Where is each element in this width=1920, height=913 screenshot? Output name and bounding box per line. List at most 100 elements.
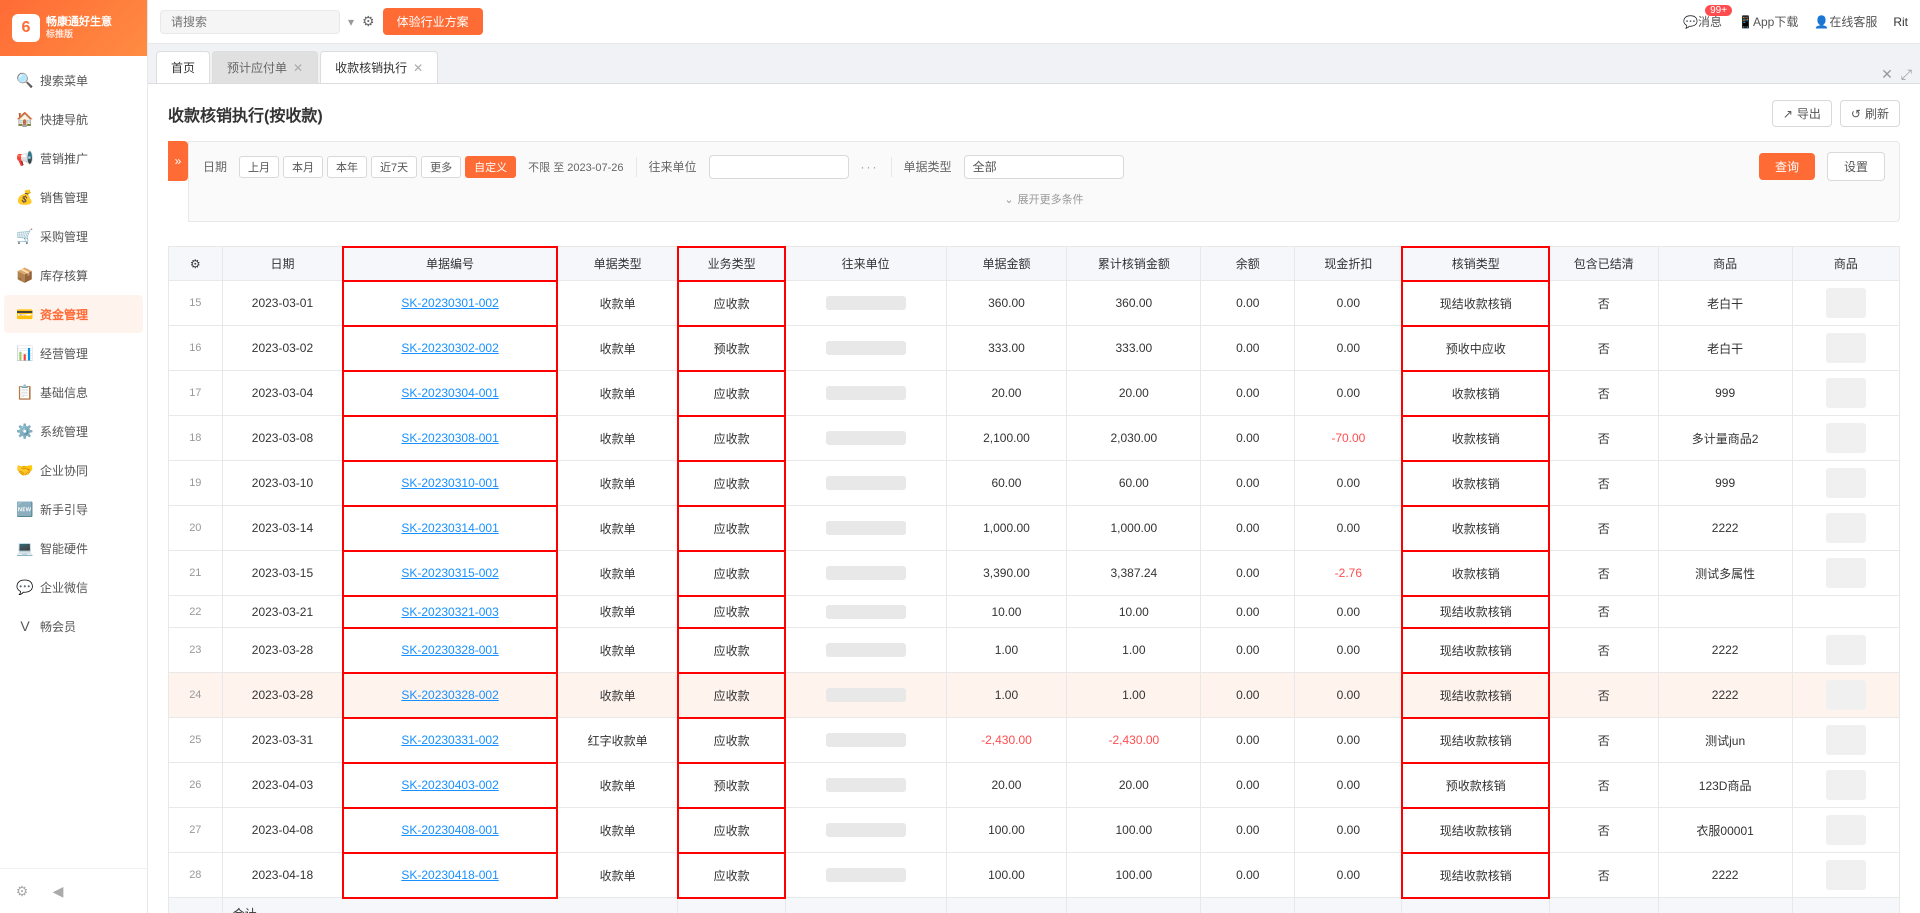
row-balance: 0.00 (1201, 506, 1295, 551)
filter-collapse-toggle[interactable]: » (168, 141, 188, 181)
filter-expand[interactable]: ⌄ 展开更多条件 (203, 187, 1885, 211)
th-product[interactable]: 商品 (1658, 247, 1792, 281)
th-balance[interactable]: 余额 (1201, 247, 1295, 281)
this-month-btn[interactable]: 本月 (283, 156, 323, 178)
row-date: 2023-04-18 (222, 853, 343, 898)
dropdown-arrow-icon[interactable]: ▾ (348, 15, 354, 29)
bill-no-link[interactable]: SK-20230321-003 (401, 605, 498, 619)
th-partner[interactable]: 往来单位 (785, 247, 946, 281)
export-btn[interactable]: ↗ 导出 (1772, 100, 1832, 127)
sidebar-item-shortcut[interactable]: 🏠快捷导航 (4, 100, 143, 138)
row-product: 测试多属性 (1658, 551, 1792, 596)
bill-no-link[interactable]: SK-20230328-001 (401, 643, 498, 657)
bill-no-link[interactable]: SK-20230331-002 (401, 733, 498, 747)
bill-no-link[interactable]: SK-20230310-001 (401, 476, 498, 490)
row-included: 否 (1549, 596, 1658, 628)
row-balance: 0.00 (1201, 596, 1295, 628)
filter-divider-2 (891, 157, 892, 177)
receipt-type-label: 单据类型 (904, 158, 952, 175)
bill-no-link[interactable]: SK-20230418-001 (401, 868, 498, 882)
search-input[interactable] (160, 10, 340, 34)
sidebar-item-search[interactable]: 🔍搜索菜单 (4, 61, 143, 99)
settings-btn[interactable]: 设置 (1827, 152, 1885, 181)
custom-date-btn[interactable]: 自定义 (465, 156, 516, 178)
masked-partner (826, 386, 906, 400)
tab-prepay[interactable]: 预计应付单 ✕ (212, 51, 318, 83)
bill-no-link[interactable]: SK-20230408-001 (401, 823, 498, 837)
th-type[interactable]: 核销类型 (1402, 247, 1549, 281)
tab-close-all-icon[interactable]: ✕ (1881, 66, 1893, 83)
row-amount: 1.00 (946, 673, 1067, 718)
row-product2 (1792, 853, 1899, 898)
last-month-btn[interactable]: 上月 (239, 156, 279, 178)
app-download[interactable]: 📱App下载 (1738, 13, 1798, 30)
th-write-off[interactable]: 累计核销金额 (1067, 247, 1201, 281)
row-num: 22 (169, 596, 223, 628)
more-date-btn[interactable]: 更多 (421, 156, 461, 178)
th-biz-type[interactable]: 业务类型 (678, 247, 785, 281)
total-label: 合计 (222, 898, 678, 913)
sidebar-item-marketing[interactable]: 📢营销推广 (4, 139, 143, 177)
bill-no-link[interactable]: SK-20230403-002 (401, 778, 498, 792)
bill-no-link[interactable]: SK-20230328-002 (401, 688, 498, 702)
row-balance: 0.00 (1201, 281, 1295, 326)
row-bill-type: 收款单 (557, 763, 678, 808)
messages-badge[interactable]: 💬 消息 99+ (1683, 13, 1722, 30)
row-amount: 2,100.00 (946, 416, 1067, 461)
sidebar-item-operation[interactable]: 📊经营管理 (4, 334, 143, 372)
sidebar-item-member[interactable]: V畅会员 (4, 607, 143, 645)
th-discount[interactable]: 现金折扣 (1295, 247, 1402, 281)
settings-icon[interactable]: ⚙ (8, 877, 36, 905)
sidebar-item-hardware[interactable]: 💻智能硬件 (4, 529, 143, 567)
row-product2 (1792, 506, 1899, 551)
table-row: 27 2023-04-08 SK-20230408-001 收款单 应收款 10… (169, 808, 1900, 853)
th-date[interactable]: 日期 (222, 247, 343, 281)
bill-no-link[interactable]: SK-20230304-001 (401, 386, 498, 400)
gear-icon[interactable]: ⚙ (362, 13, 375, 30)
bill-no-link[interactable]: SK-20230301-002 (401, 296, 498, 310)
sidebar-item-corp[interactable]: 🤝企业协同 (4, 451, 143, 489)
row-included: 否 (1549, 371, 1658, 416)
bill-no-link[interactable]: SK-20230302-002 (401, 341, 498, 355)
tab-collection-close[interactable]: ✕ (413, 61, 423, 75)
tab-maximize-icon[interactable]: ⤢ (1901, 66, 1912, 83)
th-settings[interactable]: ⚙ (169, 247, 223, 281)
sidebar-item-stock[interactable]: 📦库存核算 (4, 256, 143, 294)
th-bill-type[interactable]: 单据类型 (557, 247, 678, 281)
row-write-off: -2,430.00 (1067, 718, 1201, 763)
tab-prepay-close[interactable]: ✕ (293, 61, 303, 75)
online-service[interactable]: 👤在线客服 (1814, 13, 1877, 30)
th-amount[interactable]: 单据金额 (946, 247, 1067, 281)
tab-home[interactable]: 首页 (156, 51, 210, 83)
th-product2[interactable]: 商品 (1792, 247, 1899, 281)
row-discount: 0.00 (1295, 673, 1402, 718)
counterparty-input[interactable] (709, 155, 849, 179)
refresh-btn[interactable]: ↺ 刷新 (1840, 100, 1900, 127)
th-bill-no[interactable]: 单据编号 (343, 247, 558, 281)
row-product: 2222 (1658, 673, 1792, 718)
sidebar-item-sales[interactable]: 💰销售管理 (4, 178, 143, 216)
row-product: 2222 (1658, 853, 1792, 898)
row-product2 (1792, 808, 1899, 853)
row-write-off: 1.00 (1067, 628, 1201, 673)
sidebar-item-guide[interactable]: 🆕新手引导 (4, 490, 143, 528)
tab-collection[interactable]: 收款核销执行 ✕ (320, 51, 438, 83)
sidebar-item-basic[interactable]: 📋基础信息 (4, 373, 143, 411)
sidebar-item-finance[interactable]: 💳资金管理 (4, 295, 143, 333)
collapse-icon[interactable]: ◀ (44, 877, 72, 905)
query-btn[interactable]: 查询 (1759, 153, 1815, 180)
receipt-type-select[interactable]: 全部 收款单 红字收款单 (964, 155, 1124, 179)
sidebar-item-system[interactable]: ⚙️系统管理 (4, 412, 143, 450)
this-year-btn[interactable]: 本年 (327, 156, 367, 178)
user-name[interactable]: Rit (1893, 15, 1908, 29)
sidebar-item-purchase[interactable]: 🛒采购管理 (4, 217, 143, 255)
sidebar-item-wechat[interactable]: 💬企业微信 (4, 568, 143, 606)
last-7days-btn[interactable]: 近7天 (371, 156, 417, 178)
industry-btn[interactable]: 体验行业方案 (383, 8, 483, 35)
row-balance: 0.00 (1201, 808, 1295, 853)
total-type (1402, 898, 1549, 913)
bill-no-link[interactable]: SK-20230314-001 (401, 521, 498, 535)
th-included[interactable]: 包含已结清 (1549, 247, 1658, 281)
bill-no-link[interactable]: SK-20230308-001 (401, 431, 498, 445)
bill-no-link[interactable]: SK-20230315-002 (401, 566, 498, 580)
